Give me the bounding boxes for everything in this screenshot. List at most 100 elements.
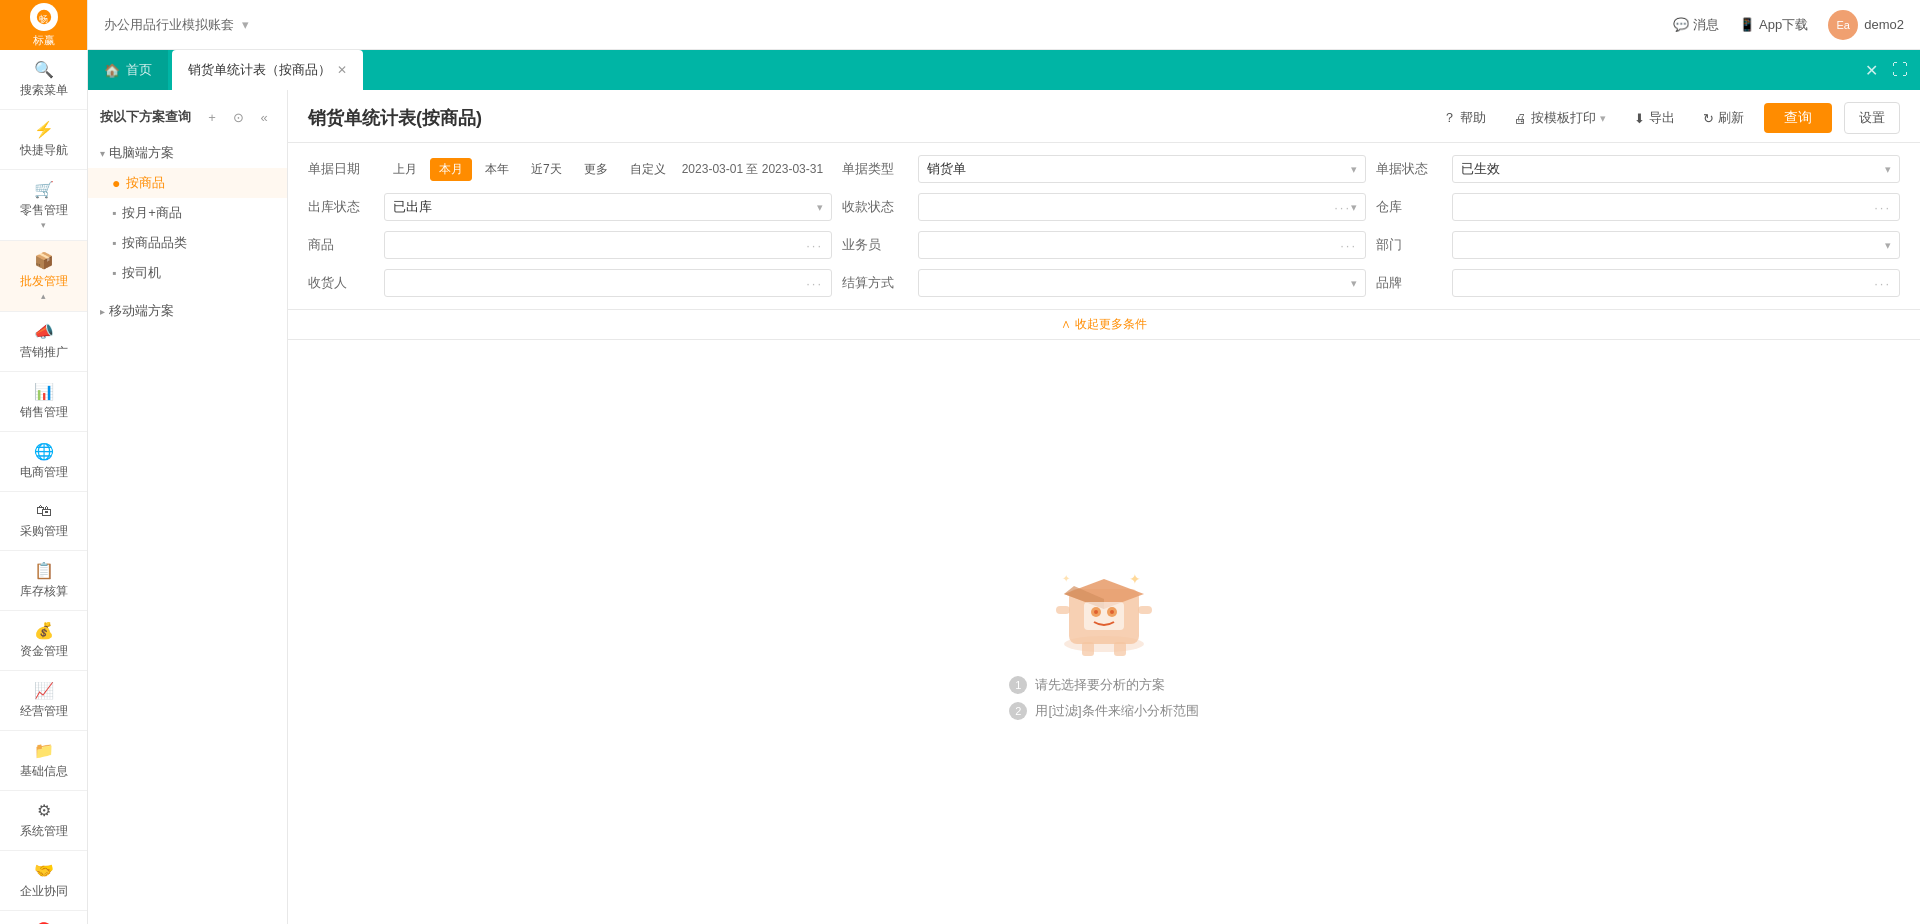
sidebar-item-purchase[interactable]: 🛍 采购管理 [0, 492, 87, 551]
tree-child-by-printer[interactable]: ▪ 按司机 [88, 258, 287, 288]
doc-status-control[interactable]: 已生效 ▾ [1452, 155, 1900, 183]
date-tab-more[interactable]: 更多 [575, 158, 617, 181]
tab-home[interactable]: 🏠 首页 [88, 50, 168, 90]
query-btn[interactable]: 查询 [1764, 103, 1832, 133]
sidebar-item-label: 企业协同 [20, 883, 68, 900]
date-tab-7days[interactable]: 近7天 [522, 158, 571, 181]
brand-control[interactable]: ··· [1452, 269, 1900, 297]
sidebar-item-newbie[interactable]: 🎯 新手引导 [0, 911, 87, 924]
print-dropdown-icon: ▾ [1600, 112, 1606, 125]
sidebar-item-sales[interactable]: 📊 销售管理 [0, 372, 87, 432]
message-btn[interactable]: 💬 消息 [1673, 16, 1719, 34]
sidebar-item-basic[interactable]: 📁 基础信息 [0, 731, 87, 791]
page-title: 销货单统计表(按商品) [308, 106, 482, 130]
template-print-btn[interactable]: 🖨 按模板打印 ▾ [1506, 105, 1614, 131]
sidebar-item-ecommerce[interactable]: 🌐 电商管理 [0, 432, 87, 492]
help-icon: ？ [1443, 109, 1456, 127]
ecommerce-icon: 🌐 [34, 442, 54, 461]
industry-dropdown-icon[interactable]: ▾ [242, 17, 249, 32]
purchase-icon: 🛍 [36, 502, 52, 520]
doc-type-label: 单据类型 [842, 160, 912, 178]
app-logo: 畅 标赢 [0, 0, 87, 50]
sidebar-item-wholesale[interactable]: 📦 批发管理 ▴ [0, 241, 87, 312]
filter-cell-stock-status: 出库状态 已出库 ▾ [308, 193, 832, 221]
tab-close-icon[interactable]: ✕ [337, 64, 347, 76]
tree-mobile-parent[interactable]: ▸ 移动端方案 [88, 296, 287, 326]
tree-child-icon-2: ▪ [112, 236, 116, 250]
payment-status-control[interactable]: ··· ▾ [918, 193, 1366, 221]
tree-child-icon-1: ▪ [112, 206, 116, 220]
tree-child-by-category[interactable]: ▪ 按商品品类 [88, 228, 287, 258]
sidebar-item-marketing[interactable]: 📣 营销推广 [0, 312, 87, 372]
tab-fullscreen-icon[interactable]: ⛶ [1888, 57, 1912, 83]
tree-desktop: ▾ 电脑端方案 ● 按商品 ▪ 按月+商品 ▪ 按商品品类 ▪ 按司机 [88, 134, 287, 292]
sidebar-item-label: 销售管理 [20, 404, 68, 421]
app-download-btn[interactable]: 📱 App下载 [1739, 16, 1808, 34]
refresh-btn[interactable]: ↻ 刷新 [1695, 105, 1752, 131]
stock-status-value: 已出库 [393, 198, 432, 216]
sidebar-item-system[interactable]: ⚙ 系统管理 [0, 791, 87, 851]
svg-point-7 [1094, 610, 1098, 614]
help-btn[interactable]: ？ 帮助 [1435, 105, 1494, 131]
tree-child-by-product[interactable]: ● 按商品 [88, 168, 287, 198]
enterprise-icon: 🤝 [34, 861, 54, 880]
date-tab-this-year[interactable]: 本年 [476, 158, 518, 181]
sidebar-item-enterprise[interactable]: 🤝 企业协同 [0, 851, 87, 911]
filter-cell-date: 单据日期 上月 本月 本年 近7天 更多 自定义 2023-03-01 至 20… [308, 158, 832, 181]
salesperson-control[interactable]: ··· [918, 231, 1366, 259]
product-control[interactable]: ··· [384, 231, 832, 259]
basic-icon: 📁 [34, 741, 54, 760]
receiver-control[interactable]: ··· [384, 269, 832, 297]
doc-type-control[interactable]: 销货单 ▾ [918, 155, 1366, 183]
tree-mobile: ▸ 移动端方案 [88, 292, 287, 330]
receiver-label: 收货人 [308, 274, 378, 292]
filter-cell-receiver: 收货人 ··· [308, 269, 832, 297]
collapse-panel-btn[interactable]: « [253, 106, 275, 128]
doc-type-arrow-icon: ▾ [1351, 163, 1357, 176]
date-tab-last-month[interactable]: 上月 [384, 158, 426, 181]
tab-close-all-icon[interactable]: ✕ [1861, 57, 1882, 84]
help-label: 帮助 [1460, 109, 1486, 127]
date-tab-this-month[interactable]: 本月 [430, 158, 472, 181]
sidebar-item-label: 采购管理 [20, 523, 68, 540]
payment-method-arrow-icon: ▾ [1351, 277, 1357, 290]
sidebar-item-retail[interactable]: 🛒 零售管理 ▾ [0, 170, 87, 241]
page-header: 销货单统计表(按商品) ？ 帮助 🖨 按模板打印 ▾ ⬇ 导出 [288, 90, 1920, 143]
sidebar-item-label: 库存核算 [20, 583, 68, 600]
filter-cell-brand: 品牌 ··· [1376, 269, 1900, 297]
sidebar-item-search-menu[interactable]: 🔍 搜索菜单 [0, 50, 87, 110]
top-header: 办公用品行业模拟账套 ▾ 💬 消息 📱 App下载 Ea demo2 [88, 0, 1920, 50]
doc-status-value: 已生效 [1461, 160, 1500, 178]
tree-child-by-month-product[interactable]: ▪ 按月+商品 [88, 198, 287, 228]
add-scheme-btn[interactable]: + [201, 106, 223, 128]
export-label: 导出 [1649, 109, 1675, 127]
svg-rect-11 [1056, 606, 1070, 614]
sidebar-item-inventory[interactable]: 📋 库存核算 [0, 551, 87, 611]
logo-icon: 畅 [30, 3, 58, 31]
sidebar-item-label: 营销推广 [20, 344, 68, 361]
sidebar-item-label: 经营管理 [20, 703, 68, 720]
payment-method-control[interactable]: ▾ [918, 269, 1366, 297]
receiver-dots-icon: ··· [806, 276, 823, 291]
user-btn[interactable]: Ea demo2 [1828, 10, 1904, 40]
sidebar-item-label: 系统管理 [20, 823, 68, 840]
department-control[interactable]: ▾ [1452, 231, 1900, 259]
date-tab-custom[interactable]: 自定义 [621, 158, 675, 181]
warehouse-control[interactable]: ··· [1452, 193, 1900, 221]
tab-sales-stat[interactable]: 销货单统计表（按商品） ✕ [172, 50, 363, 90]
sidebar-item-finance[interactable]: 💰 资金管理 [0, 611, 87, 671]
settings-scheme-btn[interactable]: ⊙ [227, 106, 249, 128]
stock-status-control[interactable]: 已出库 ▾ [384, 193, 832, 221]
export-btn[interactable]: ⬇ 导出 [1626, 105, 1683, 131]
right-main: 销货单统计表(按商品) ？ 帮助 🖨 按模板打印 ▾ ⬇ 导出 [288, 90, 1920, 924]
collapse-bar[interactable]: ∧ 收起更多条件 [288, 310, 1920, 340]
page-header-actions: ？ 帮助 🖨 按模板打印 ▾ ⬇ 导出 ↻ 刷新 [1435, 102, 1900, 134]
sidebar-item-operations[interactable]: 📈 经营管理 [0, 671, 87, 731]
filter-cell-payment-status: 收款状态 ··· ▾ [842, 193, 1366, 221]
filter-row-1: 单据日期 上月 本月 本年 近7天 更多 自定义 2023-03-01 至 20… [308, 155, 1900, 183]
sidebar-item-quick-nav[interactable]: ⚡ 快捷导航 [0, 110, 87, 170]
marketing-icon: 📣 [34, 322, 54, 341]
svg-text:✦: ✦ [1129, 571, 1141, 587]
settings-btn[interactable]: 设置 [1844, 102, 1900, 134]
tree-desktop-parent[interactable]: ▾ 电脑端方案 [88, 138, 287, 168]
